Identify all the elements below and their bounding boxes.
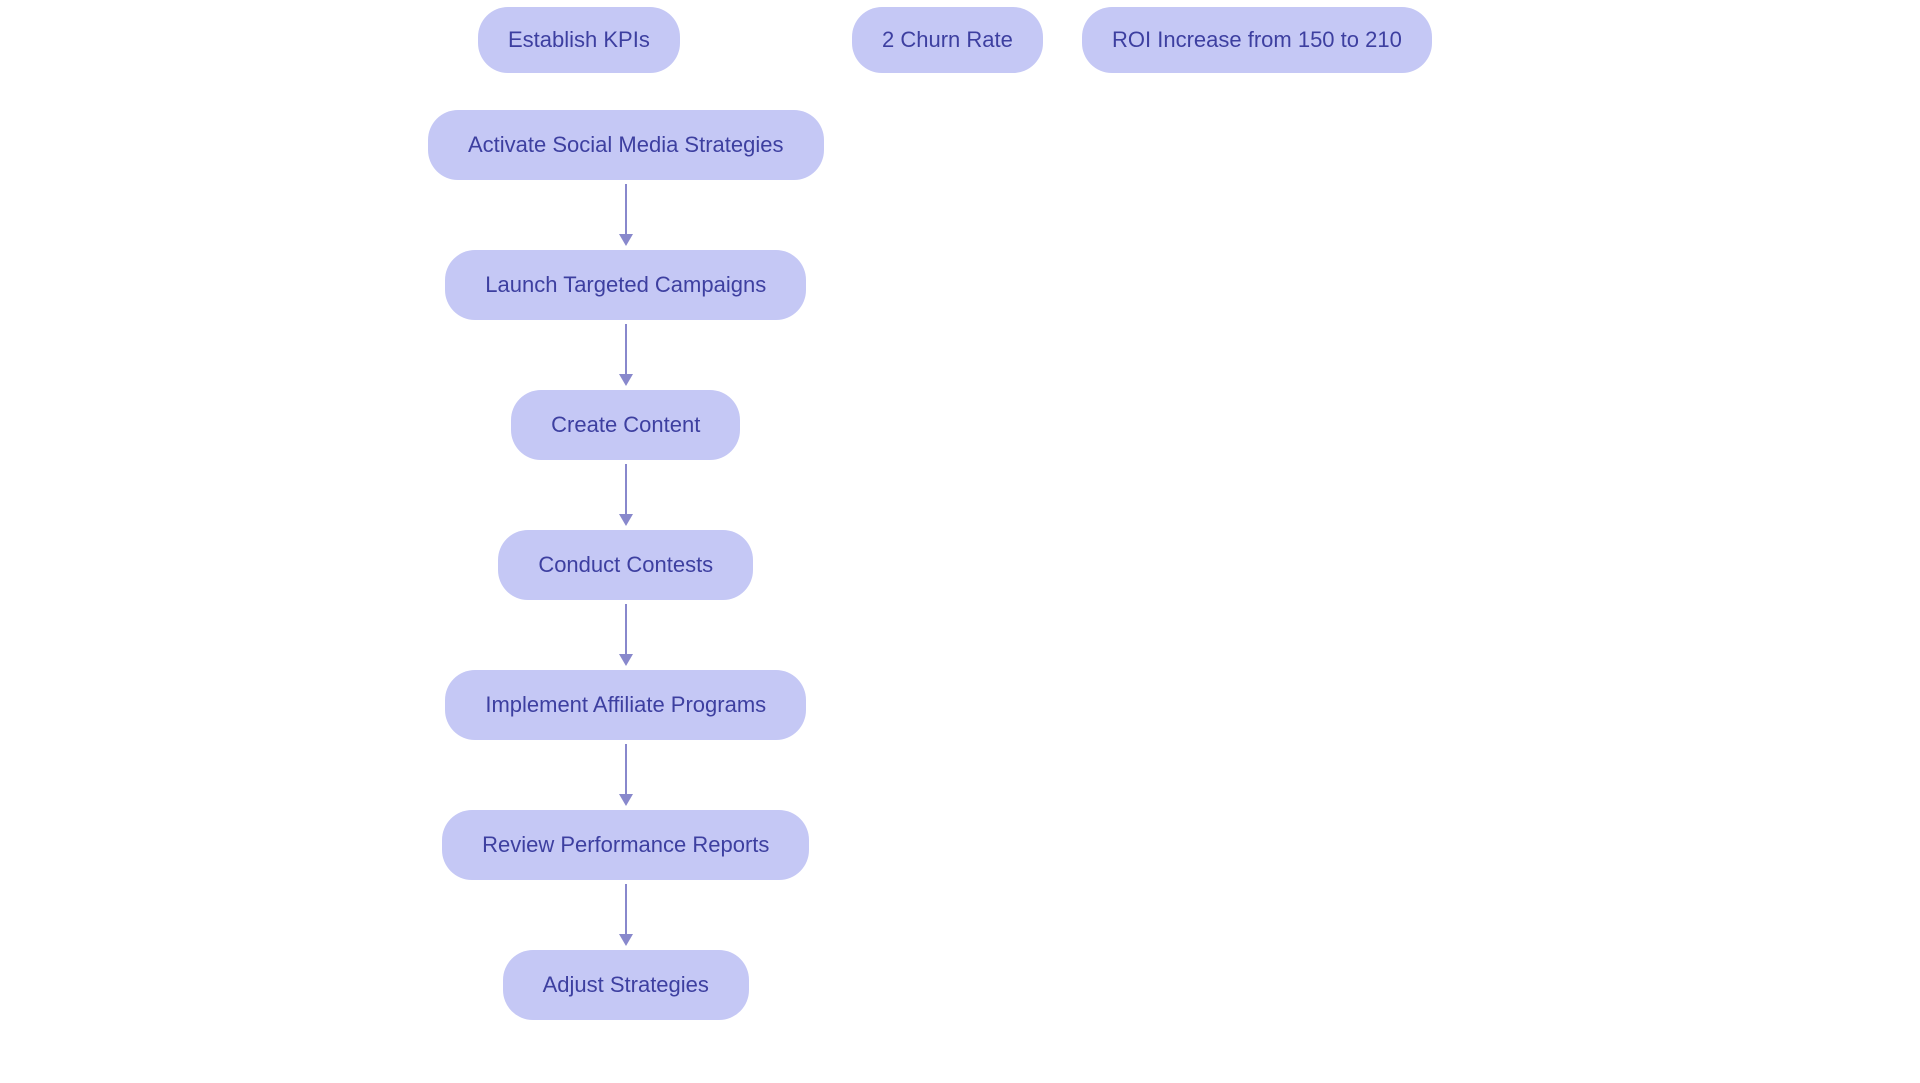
arrow-head [619, 654, 633, 666]
flow-node-adjust[interactable]: Adjust Strategies [503, 950, 749, 1020]
flow-node-launch[interactable]: Launch Targeted Campaigns [445, 250, 806, 320]
arrow-line [625, 464, 627, 514]
arrow-head [619, 934, 633, 946]
flow-node-conduct[interactable]: Conduct Contests [498, 530, 753, 600]
flow-arrow-3 [619, 460, 633, 530]
flow-arrow-2 [619, 320, 633, 390]
badge-churn: 2 Churn Rate [852, 7, 1043, 73]
arrow-line [625, 324, 627, 374]
arrow-head [619, 374, 633, 386]
flow-node-implement[interactable]: Implement Affiliate Programs [445, 670, 806, 740]
flow-node-activate[interactable]: Activate Social Media Strategies [428, 110, 824, 180]
arrow-head [619, 514, 633, 526]
arrow-line [625, 184, 627, 234]
flow-arrow-5 [619, 740, 633, 810]
arrow-line [625, 744, 627, 794]
flow-node-review[interactable]: Review Performance Reports [442, 810, 809, 880]
flow-node-create[interactable]: Create Content [511, 390, 740, 460]
arrow-line [625, 604, 627, 654]
arrow-line [625, 884, 627, 934]
arrow-head [619, 794, 633, 806]
arrow-head [619, 234, 633, 246]
flow-arrow-1 [619, 180, 633, 250]
badge-roi: ROI Increase from 150 to 210 [1082, 7, 1432, 73]
flow-arrow-4 [619, 600, 633, 670]
flow-arrow-6 [619, 880, 633, 950]
flowchart: Activate Social Media Strategies Launch … [428, 110, 824, 1020]
badge-establish: Establish KPIs [478, 7, 680, 73]
